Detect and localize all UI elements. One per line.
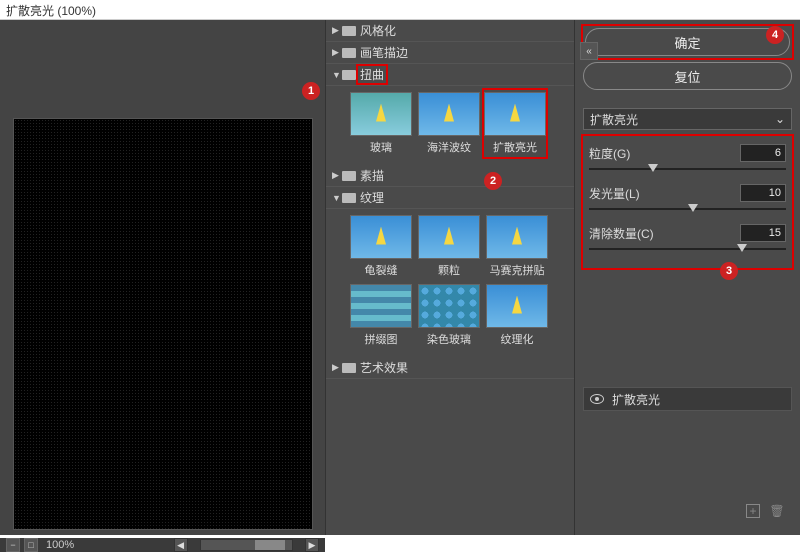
zoom-level: 100% bbox=[46, 539, 74, 551]
folder-texture[interactable]: ▼ 纹理 bbox=[326, 187, 574, 209]
annotation-badge-1: 1 bbox=[302, 82, 320, 100]
main-area: − □ 100% ◀ ▶ ▶ 风格化 ▶ 画笔描边 ▼ 扭曲 bbox=[0, 20, 800, 535]
annotation-badge-3: 3 bbox=[720, 262, 738, 280]
chevron-right-icon: ▶ bbox=[332, 47, 342, 58]
preview-area bbox=[0, 20, 325, 538]
filter-texturizer[interactable]: 纹理化 bbox=[486, 284, 548, 347]
h-scrollbar[interactable] bbox=[200, 539, 293, 551]
filter-gallery-pane: ▶ 风格化 ▶ 画笔描边 ▼ 扭曲 玻璃 海洋波纹 扩散亮光 bbox=[325, 20, 575, 535]
filter-mosaic-tiles[interactable]: 马赛克拼贴 bbox=[486, 215, 548, 278]
graininess-slider[interactable] bbox=[589, 168, 786, 170]
graininess-input[interactable] bbox=[740, 144, 786, 162]
texture-thumbs: 龟裂缝 颗粒 马赛克拼贴 拼缀图 染色玻璃 纹理化 bbox=[326, 209, 574, 357]
distort-thumbs: 玻璃 海洋波纹 扩散亮光 bbox=[326, 86, 574, 165]
folder-distort[interactable]: ▼ 扭曲 bbox=[326, 64, 574, 86]
effect-layers: 扩散亮光 + 🗑 bbox=[583, 347, 792, 529]
slider-graininess: 粒度(G) bbox=[589, 144, 786, 170]
chevron-down-icon: ⌄ bbox=[775, 112, 785, 126]
glow-amount-slider[interactable] bbox=[589, 208, 786, 210]
chevron-right-icon: ▶ bbox=[332, 25, 342, 36]
chevron-down-icon: ▼ bbox=[332, 70, 342, 80]
folder-icon bbox=[342, 171, 356, 181]
filter-grain[interactable]: 颗粒 bbox=[418, 215, 480, 278]
preview-image bbox=[13, 118, 313, 530]
glow-amount-input[interactable] bbox=[740, 184, 786, 202]
folder-label: 画笔描边 bbox=[360, 44, 408, 61]
filter-glass[interactable]: 玻璃 bbox=[350, 92, 412, 155]
zoom-out-button[interactable]: − bbox=[6, 538, 20, 552]
filter-stained-glass[interactable]: 染色玻璃 bbox=[418, 284, 480, 347]
filter-diffuse-glow[interactable]: 扩散亮光 bbox=[484, 90, 546, 157]
annotation-badge-2: 2 bbox=[484, 172, 502, 190]
clear-amount-slider[interactable] bbox=[589, 248, 786, 250]
slider-label: 发光量(L) bbox=[589, 185, 640, 202]
visibility-icon[interactable] bbox=[590, 394, 604, 404]
effect-dropdown[interactable]: 扩散亮光 ⌄ bbox=[583, 108, 792, 130]
folder-label: 艺术效果 bbox=[360, 359, 408, 376]
filter-ocean-ripple[interactable]: 海洋波纹 bbox=[418, 92, 480, 155]
clear-amount-input[interactable] bbox=[740, 224, 786, 242]
window-title: 扩散亮光 (100%) bbox=[0, 0, 800, 20]
filter-craquelure[interactable]: 龟裂缝 bbox=[350, 215, 412, 278]
filter-patchwork[interactable]: 拼缀图 bbox=[350, 284, 412, 347]
folder-label: 扭曲 bbox=[358, 66, 386, 83]
layer-footer: + 🗑 bbox=[583, 501, 792, 521]
slider-label: 清除数量(C) bbox=[589, 225, 654, 242]
annotation-badge-4: 4 bbox=[766, 26, 784, 44]
scroll-left-button[interactable]: ◀ bbox=[174, 538, 188, 552]
fit-button[interactable]: □ bbox=[24, 538, 38, 552]
delete-layer-icon[interactable]: 🗑 bbox=[770, 504, 784, 518]
layer-row[interactable]: 扩散亮光 bbox=[583, 387, 792, 411]
folder-sketch[interactable]: ▶ 素描 bbox=[326, 165, 574, 187]
new-layer-icon[interactable]: + bbox=[746, 504, 760, 518]
slider-label: 粒度(G) bbox=[589, 145, 630, 162]
layer-name: 扩散亮光 bbox=[612, 391, 660, 408]
folder-label: 风格化 bbox=[360, 22, 396, 39]
slider-glow-amount: 发光量(L) bbox=[589, 184, 786, 210]
chevron-right-icon: ▶ bbox=[332, 170, 342, 181]
folder-icon bbox=[342, 26, 356, 36]
collapse-pane-button[interactable]: « bbox=[580, 42, 598, 60]
folder-label: 素描 bbox=[360, 167, 384, 184]
sliders-group: 粒度(G) 发光量(L) 清除数量(C) bbox=[583, 136, 792, 268]
ok-button[interactable]: 确定 bbox=[585, 28, 790, 56]
settings-pane: 确定 复位 扩散亮光 ⌄ 粒度(G) 发光量(L) bbox=[575, 20, 800, 535]
folder-label: 纹理 bbox=[360, 189, 384, 206]
chevron-down-icon: ▼ bbox=[332, 193, 342, 203]
chevron-right-icon: ▶ bbox=[332, 362, 342, 373]
folder-icon bbox=[342, 48, 356, 58]
folder-icon bbox=[342, 363, 356, 373]
folder-icon bbox=[342, 70, 356, 80]
folder-artistic[interactable]: ▶ 艺术效果 bbox=[326, 357, 574, 379]
dropdown-value: 扩散亮光 bbox=[590, 111, 638, 128]
folder-icon bbox=[342, 193, 356, 203]
preview-pane: − □ 100% ◀ ▶ bbox=[0, 20, 325, 535]
folder-brush-strokes[interactable]: ▶ 画笔描边 bbox=[326, 42, 574, 64]
slider-clear-amount: 清除数量(C) bbox=[589, 224, 786, 250]
folder-stylize[interactable]: ▶ 风格化 bbox=[326, 20, 574, 42]
reset-button[interactable]: 复位 bbox=[583, 62, 792, 90]
scroll-right-button[interactable]: ▶ bbox=[305, 538, 319, 552]
preview-footer: − □ 100% ◀ ▶ bbox=[0, 538, 325, 552]
